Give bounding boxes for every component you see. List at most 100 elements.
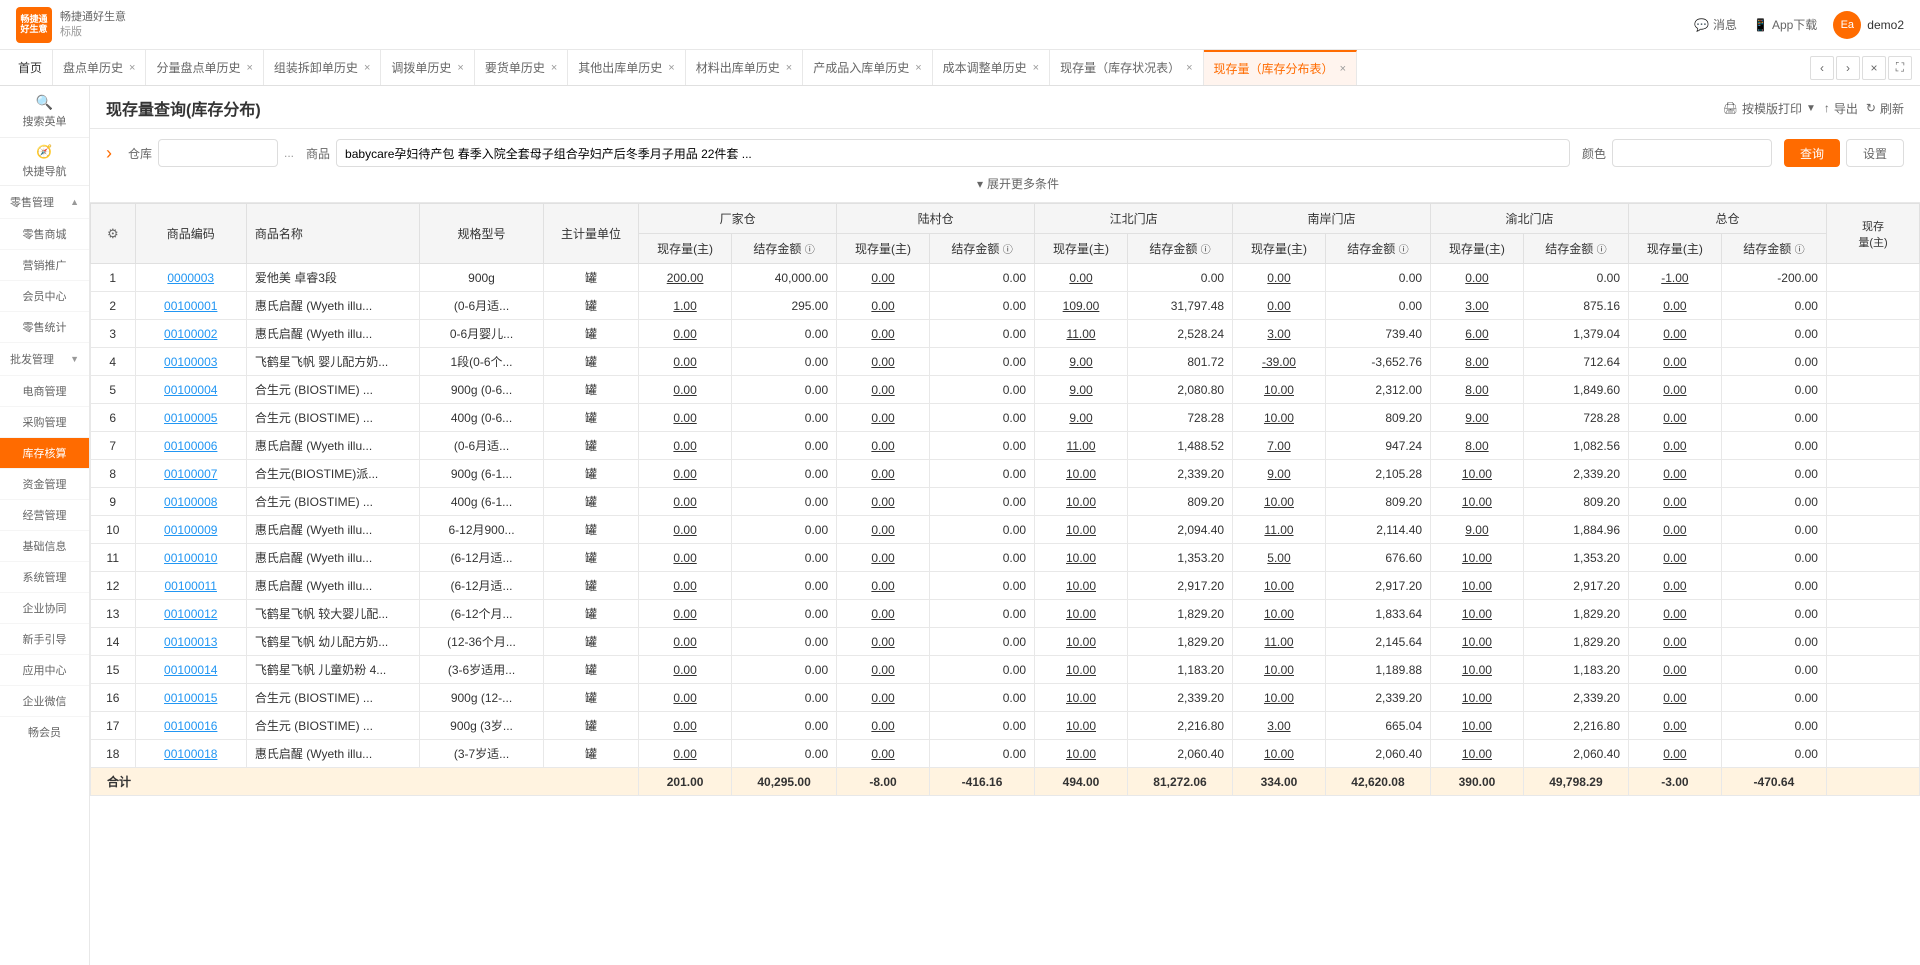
sidebar-item-retail-stats[interactable]: 零售统计 [0, 312, 89, 343]
cell-factory-qty[interactable]: 0.00 [639, 656, 732, 684]
close-icon[interactable]: × [129, 62, 135, 74]
cell-village-qty[interactable]: 0.00 [837, 628, 930, 656]
sidebar-item-retail-mgmt[interactable]: 零售管理 ▲ [0, 186, 89, 219]
cell-total-qty[interactable]: 0.00 [1629, 600, 1722, 628]
tab-cost[interactable]: 成本调整单历史 × [933, 50, 1050, 86]
tab-pandian[interactable]: 盘点单历史 × [53, 50, 146, 86]
tab-stock-status[interactable]: 现存量（库存状况表） × [1050, 50, 1203, 86]
cell-code[interactable]: 00100014 [135, 656, 246, 684]
tab-outlib[interactable]: 其他出库单历史 × [568, 50, 685, 86]
cell-total-qty[interactable]: 0.00 [1629, 516, 1722, 544]
cell-total-qty[interactable]: 0.00 [1629, 404, 1722, 432]
sidebar-item-collab[interactable]: 企业协同 [0, 593, 89, 624]
cell-factory-qty[interactable]: 0.00 [639, 516, 732, 544]
cell-factory-qty[interactable]: 200.00 [639, 264, 732, 292]
cell-total-qty[interactable]: 0.00 [1629, 320, 1722, 348]
cell-factory-qty[interactable]: 0.00 [639, 572, 732, 600]
cell-yuanbei-qty[interactable]: 3.00 [1431, 292, 1524, 320]
settings-icon[interactable]: ⚙ [107, 226, 119, 241]
cell-total-qty[interactable]: -1.00 [1629, 264, 1722, 292]
tab-close-btn[interactable]: × [1862, 56, 1886, 80]
close-icon[interactable]: × [246, 62, 252, 74]
search-button[interactable]: 查询 [1784, 139, 1840, 167]
close-icon[interactable]: × [1340, 63, 1346, 75]
app-download-btn[interactable]: 📱 App下载 [1753, 16, 1817, 33]
cell-jiangbei-qty[interactable]: 9.00 [1035, 376, 1128, 404]
warehouse-input[interactable] [158, 139, 278, 167]
sidebar-item-retail-mall[interactable]: 零售商城 [0, 219, 89, 250]
cell-yuanbei-qty[interactable]: 10.00 [1431, 544, 1524, 572]
cell-jiangbei-qty[interactable]: 11.00 [1035, 320, 1128, 348]
close-icon[interactable]: × [457, 62, 463, 74]
sidebar-item-inventory[interactable]: 库存核算 [0, 438, 89, 469]
tab-yaohuo[interactable]: 要货单历史 × [475, 50, 568, 86]
cell-yuanbei-qty[interactable]: 10.00 [1431, 740, 1524, 768]
cell-total-qty[interactable]: 0.00 [1629, 460, 1722, 488]
tab-next-btn[interactable]: › [1836, 56, 1860, 80]
cell-factory-qty[interactable]: 0.00 [639, 320, 732, 348]
tab-fenpan[interactable]: 分量盘点单历史 × [146, 50, 263, 86]
cell-village-qty[interactable]: 0.00 [837, 544, 930, 572]
cell-code[interactable]: 00100004 [135, 376, 246, 404]
sidebar-nav-shortcut[interactable]: 🧭 快捷导航 [0, 138, 89, 186]
cell-code[interactable]: 00100002 [135, 320, 246, 348]
cell-total-qty[interactable]: 0.00 [1629, 348, 1722, 376]
cell-nanan-qty[interactable]: 10.00 [1233, 684, 1326, 712]
cell-jiangbei-qty[interactable]: 109.00 [1035, 292, 1128, 320]
refresh-btn[interactable]: ↻ 刷新 [1866, 100, 1904, 117]
cell-factory-qty[interactable]: 1.00 [639, 292, 732, 320]
sidebar-item-basics[interactable]: 基础信息 [0, 531, 89, 562]
cell-yuanbei-qty[interactable]: 8.00 [1431, 348, 1524, 376]
tab-expand-btn[interactable]: ⛶ [1888, 56, 1912, 80]
cell-nanan-qty[interactable]: 10.00 [1233, 376, 1326, 404]
cell-village-qty[interactable]: 0.00 [837, 488, 930, 516]
cell-jiangbei-qty[interactable]: 10.00 [1035, 460, 1128, 488]
color-input[interactable] [1612, 139, 1772, 167]
cell-nanan-qty[interactable]: 10.00 [1233, 404, 1326, 432]
cell-nanan-qty[interactable]: 9.00 [1233, 460, 1326, 488]
cell-factory-qty[interactable]: 0.00 [639, 348, 732, 376]
cell-nanan-qty[interactable]: 10.00 [1233, 740, 1326, 768]
tab-products[interactable]: 产成品入库单历史 × [803, 50, 932, 86]
tab-material[interactable]: 材料出库单历史 × [686, 50, 803, 86]
user-area[interactable]: Ea demo2 [1833, 11, 1904, 39]
cell-total-qty[interactable]: 0.00 [1629, 488, 1722, 516]
cell-code[interactable]: 00100016 [135, 712, 246, 740]
cell-nanan-qty[interactable]: 10.00 [1233, 572, 1326, 600]
cell-total-qty[interactable]: 0.00 [1629, 572, 1722, 600]
settings-button[interactable]: 设置 [1846, 139, 1904, 167]
cell-nanan-qty[interactable]: 5.00 [1233, 544, 1326, 572]
cell-village-qty[interactable]: 0.00 [837, 404, 930, 432]
cell-village-qty[interactable]: 0.00 [837, 376, 930, 404]
close-icon[interactable]: × [1033, 62, 1039, 74]
cell-jiangbei-qty[interactable]: 10.00 [1035, 684, 1128, 712]
cell-nanan-qty[interactable]: 10.00 [1233, 656, 1326, 684]
sidebar-search[interactable]: 🔍 搜索英单 [0, 86, 89, 138]
cell-total-qty[interactable]: 0.00 [1629, 740, 1722, 768]
sidebar-item-wechat[interactable]: 企业微信 [0, 686, 89, 717]
cell-code[interactable]: 0000003 [135, 264, 246, 292]
cell-factory-qty[interactable]: 0.00 [639, 376, 732, 404]
sidebar-item-member[interactable]: 会员中心 [0, 281, 89, 312]
sidebar-item-guide[interactable]: 新手引导 [0, 624, 89, 655]
close-icon[interactable]: × [668, 62, 674, 74]
sidebar-item-vip[interactable]: 畅会员 [0, 717, 89, 747]
tab-stock-dist[interactable]: 现存量（库存分布表） × [1204, 50, 1357, 86]
cell-jiangbei-qty[interactable]: 10.00 [1035, 600, 1128, 628]
expand-conditions-btn[interactable]: ▾ 展开更多条件 [977, 175, 1059, 192]
collapse-btn[interactable]: › [106, 143, 112, 164]
goods-input[interactable] [336, 139, 1570, 167]
sidebar-item-wholesale[interactable]: 批发管理 ▼ [0, 343, 89, 376]
export-btn[interactable]: ↑ 导出 [1824, 100, 1858, 117]
cell-jiangbei-qty[interactable]: 10.00 [1035, 628, 1128, 656]
sidebar-item-purchase[interactable]: 采购管理 [0, 407, 89, 438]
cell-jiangbei-qty[interactable]: 10.00 [1035, 488, 1128, 516]
tab-prev-btn[interactable]: ‹ [1810, 56, 1834, 80]
cell-nanan-qty[interactable]: 0.00 [1233, 292, 1326, 320]
cell-code[interactable]: 00100005 [135, 404, 246, 432]
cell-jiangbei-qty[interactable]: 9.00 [1035, 348, 1128, 376]
sidebar-item-finance[interactable]: 资金管理 [0, 469, 89, 500]
cell-yuanbei-qty[interactable]: 10.00 [1431, 572, 1524, 600]
cell-jiangbei-qty[interactable]: 11.00 [1035, 432, 1128, 460]
cell-factory-qty[interactable]: 0.00 [639, 544, 732, 572]
